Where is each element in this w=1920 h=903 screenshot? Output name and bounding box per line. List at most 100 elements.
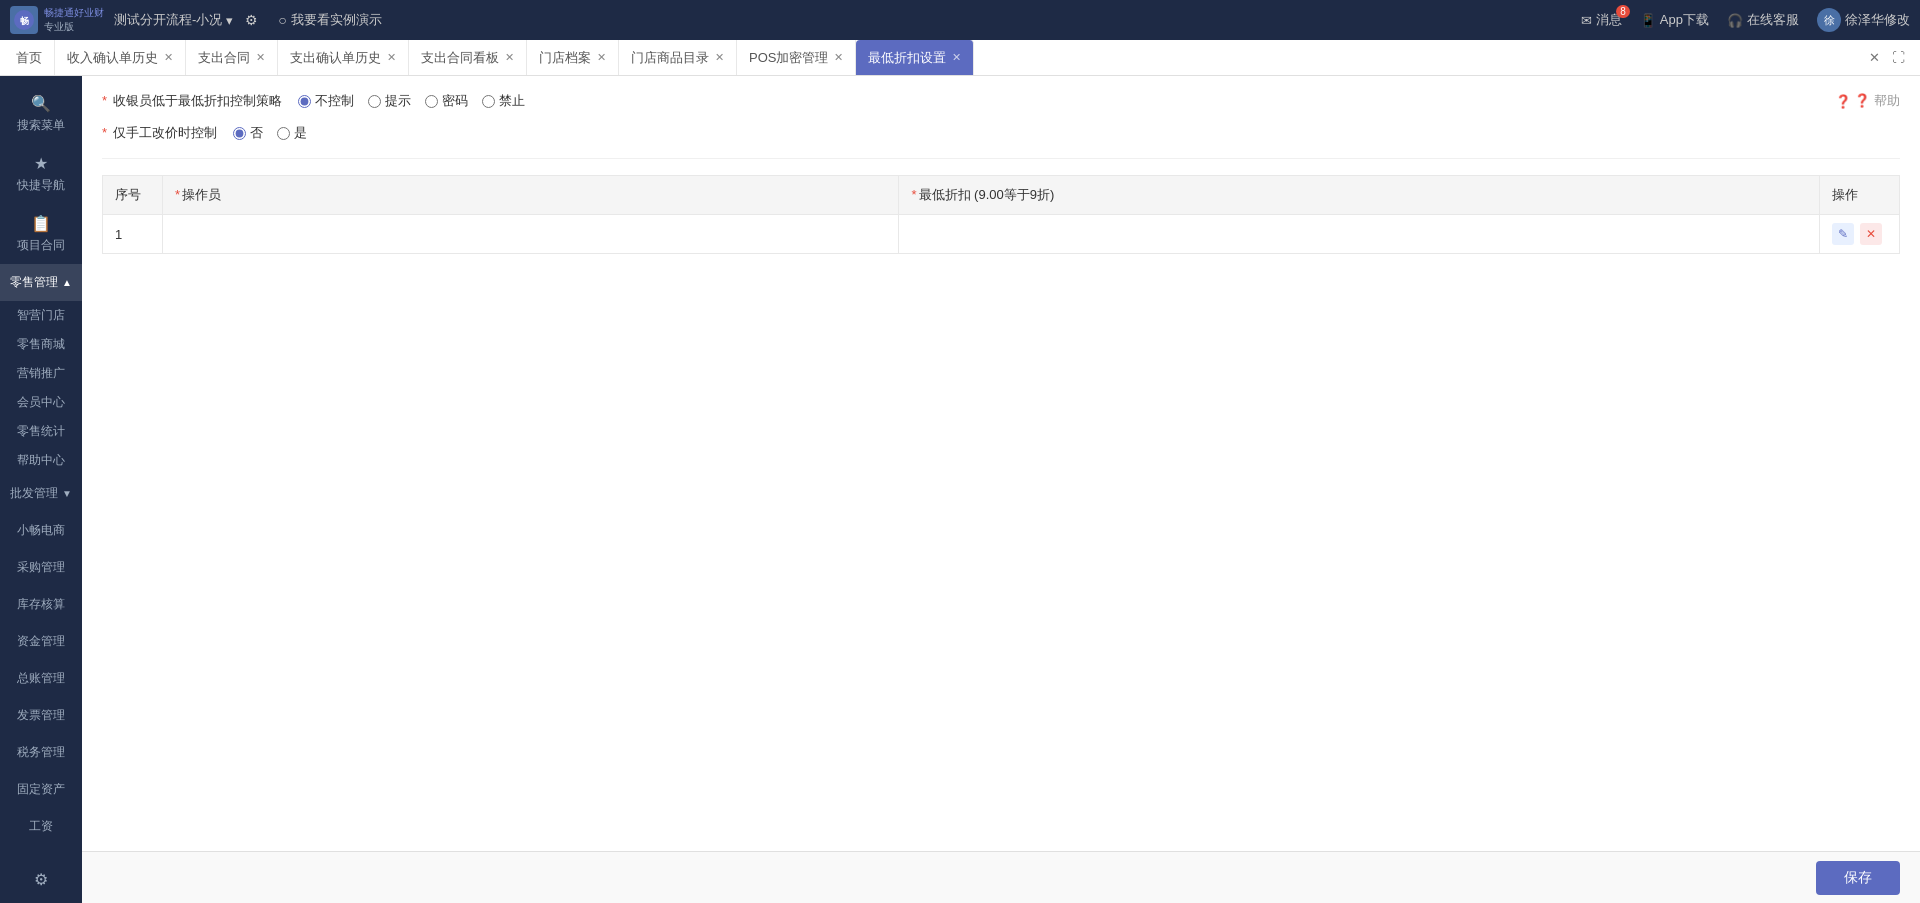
operator-star: *	[175, 187, 180, 202]
sidebar-item-inventory[interactable]: 库存核算	[0, 586, 82, 623]
tab-home-label: 首页	[16, 49, 42, 67]
radio-password-input[interactable]	[425, 95, 438, 108]
radio-yes[interactable]: 是	[277, 124, 307, 142]
cell-discount	[899, 215, 1820, 254]
sidebar-item-help-label: 帮助中心	[17, 452, 65, 469]
sidebar-item-online-store[interactable]: 零售商城	[0, 330, 82, 359]
tab-store-goods-close[interactable]: ✕	[715, 51, 724, 64]
sidebar-item-ledger[interactable]: 总账管理	[0, 660, 82, 697]
sidebar-item-member[interactable]: 会员中心	[0, 388, 82, 417]
sidebar-item-ecommerce[interactable]: 小畅电商	[0, 512, 82, 549]
sidebar-item-fund-label: 资金管理	[17, 633, 65, 650]
tab-payment-confirm[interactable]: 支出确认单历史 ✕	[278, 40, 409, 76]
radio-yes-input[interactable]	[277, 127, 290, 140]
logo-icon: 畅	[10, 6, 38, 34]
sidebar-item-invoice[interactable]: 发票管理	[0, 697, 82, 734]
radio-remind-label: 提示	[385, 92, 411, 110]
sidebar-item-retail-stat[interactable]: 零售统计	[0, 417, 82, 446]
top-bar-right: ✉ 消息 8 📱 App下载 🎧 在线客服 徐 徐泽华修改	[1581, 8, 1910, 32]
tab-pos-password-close[interactable]: ✕	[834, 51, 843, 64]
tab-income-confirm-close[interactable]: ✕	[164, 51, 173, 64]
logo-edition: 专业版	[44, 20, 104, 34]
discount-policy-radio-group: 不控制 提示 密码 禁止	[298, 92, 525, 110]
settings-icon[interactable]: ⚙	[245, 12, 258, 28]
radio-no-control[interactable]: 不控制	[298, 92, 354, 110]
tab-payment-contract[interactable]: 支出合同 ✕	[186, 40, 278, 76]
chevron-down-icon: ▾	[226, 13, 233, 28]
sidebar-item-salary[interactable]: 工资	[0, 808, 82, 845]
sidebar-item-ledger-label: 总账管理	[17, 670, 65, 687]
project-selector[interactable]: 测试分开流程-小况 ▾ ⚙	[114, 11, 258, 29]
sidebar-item-search-label: 搜索菜单	[17, 117, 65, 134]
sidebar-item-smart-store-label: 智营门店	[17, 307, 65, 324]
radio-no-label: 否	[250, 124, 263, 142]
tab-close-btn[interactable]: ✕	[1864, 48, 1884, 68]
star-icon: ★	[34, 154, 48, 173]
tab-maximize-btn[interactable]: ⛶	[1888, 48, 1908, 68]
radio-forbid-label: 禁止	[499, 92, 525, 110]
sidebar-item-project[interactable]: 📋 项目合同	[0, 204, 82, 264]
radio-password[interactable]: 密码	[425, 92, 468, 110]
tab-min-discount-label: 最低折扣设置	[868, 49, 946, 67]
table-header-row: 序号 *操作员 *最低折扣 (9.00等于9折) 操作	[103, 176, 1900, 215]
message-btn[interactable]: ✉ 消息 8	[1581, 11, 1622, 29]
tab-pos-password[interactable]: POS加密管理 ✕	[737, 40, 856, 76]
edit-btn[interactable]: ✎	[1832, 223, 1854, 245]
sidebar-item-help[interactable]: 帮助中心	[0, 446, 82, 475]
tab-home[interactable]: 首页	[4, 40, 55, 76]
tab-bar: 首页 收入确认单历史 ✕ 支出合同 ✕ 支出确认单历史 ✕ 支出合同看板 ✕ 门…	[0, 40, 1920, 76]
radio-password-label: 密码	[442, 92, 468, 110]
tab-min-discount[interactable]: 最低折扣设置 ✕	[856, 40, 974, 76]
sidebar-item-invoice-label: 发票管理	[17, 707, 65, 724]
project-name: 测试分开流程-小况	[114, 11, 222, 29]
sidebar-item-tax[interactable]: 税务管理	[0, 734, 82, 771]
radio-remind-input[interactable]	[368, 95, 381, 108]
tab-payment-board[interactable]: 支出合同看板 ✕	[409, 40, 527, 76]
tab-income-confirm-label: 收入确认单历史	[67, 49, 158, 67]
app-download-btn[interactable]: 📱 App下载	[1640, 11, 1709, 29]
sidebar-item-shortcut[interactable]: ★ 快捷导航	[0, 144, 82, 204]
delete-btn[interactable]: ✕	[1860, 223, 1882, 245]
tab-min-discount-close[interactable]: ✕	[952, 51, 961, 64]
tab-payment-confirm-close[interactable]: ✕	[387, 51, 396, 64]
required-star: *	[102, 93, 107, 108]
radio-forbid[interactable]: 禁止	[482, 92, 525, 110]
tab-income-confirm[interactable]: 收入确认单历史 ✕	[55, 40, 186, 76]
sidebar-item-smart-store[interactable]: 智营门店	[0, 301, 82, 330]
help-link[interactable]: ❓ ❓ 帮助	[1835, 92, 1900, 110]
manual-price-radio-group: 否 是	[233, 124, 307, 142]
radio-remind[interactable]: 提示	[368, 92, 411, 110]
chevron-down-icon: ▼	[62, 488, 72, 499]
tab-payment-board-close[interactable]: ✕	[505, 51, 514, 64]
sidebar-item-marketing[interactable]: 营销推广	[0, 359, 82, 388]
sidebar-item-wholesale[interactable]: 批发管理 ▼	[0, 475, 82, 512]
page-content: ❓ ❓ 帮助 * 收银员低于最低折扣控制策略 不控制	[82, 76, 1920, 903]
customer-service-btn[interactable]: 🎧 在线客服	[1727, 11, 1799, 29]
content-area: ❓ ❓ 帮助 * 收银员低于最低折扣控制策略 不控制	[82, 76, 1920, 903]
radio-forbid-input[interactable]	[482, 95, 495, 108]
tab-store-goods[interactable]: 门店商品目录 ✕	[619, 40, 737, 76]
gear-btn[interactable]: ⚙	[0, 856, 82, 903]
radio-no[interactable]: 否	[233, 124, 263, 142]
sidebar-item-search[interactable]: 🔍 搜索菜单	[0, 84, 82, 144]
tab-store-file-close[interactable]: ✕	[597, 51, 606, 64]
sidebar-item-purchase[interactable]: 采购管理	[0, 549, 82, 586]
radio-no-input[interactable]	[233, 127, 246, 140]
sidebar-item-fund[interactable]: 资金管理	[0, 623, 82, 660]
tab-payment-contract-close[interactable]: ✕	[256, 51, 265, 64]
sidebar-item-retail[interactable]: 零售管理 ▲	[0, 264, 82, 301]
user-name: 徐泽华修改	[1845, 11, 1910, 29]
save-button[interactable]: 保存	[1816, 861, 1900, 895]
message-icon: ✉	[1581, 13, 1592, 28]
demo-link[interactable]: ○ 我要看实例演示	[278, 11, 381, 29]
tab-store-file[interactable]: 门店档案 ✕	[527, 40, 619, 76]
sidebar-item-project-label: 项目合同	[17, 237, 65, 254]
top-bar: 畅 畅捷通好业财 专业版 测试分开流程-小况 ▾ ⚙ ○ 我要看实例演示 ✉ 消…	[0, 0, 1920, 40]
avatar: 徐	[1817, 8, 1841, 32]
radio-no-control-input[interactable]	[298, 95, 311, 108]
help-label: ❓ 帮助	[1854, 92, 1900, 110]
sidebar-item-online-store-label: 零售商城	[17, 336, 65, 353]
tab-payment-contract-label: 支出合同	[198, 49, 250, 67]
sidebar-item-fixed-asset[interactable]: 固定资产	[0, 771, 82, 808]
user-menu[interactable]: 徐 徐泽华修改	[1817, 8, 1910, 32]
